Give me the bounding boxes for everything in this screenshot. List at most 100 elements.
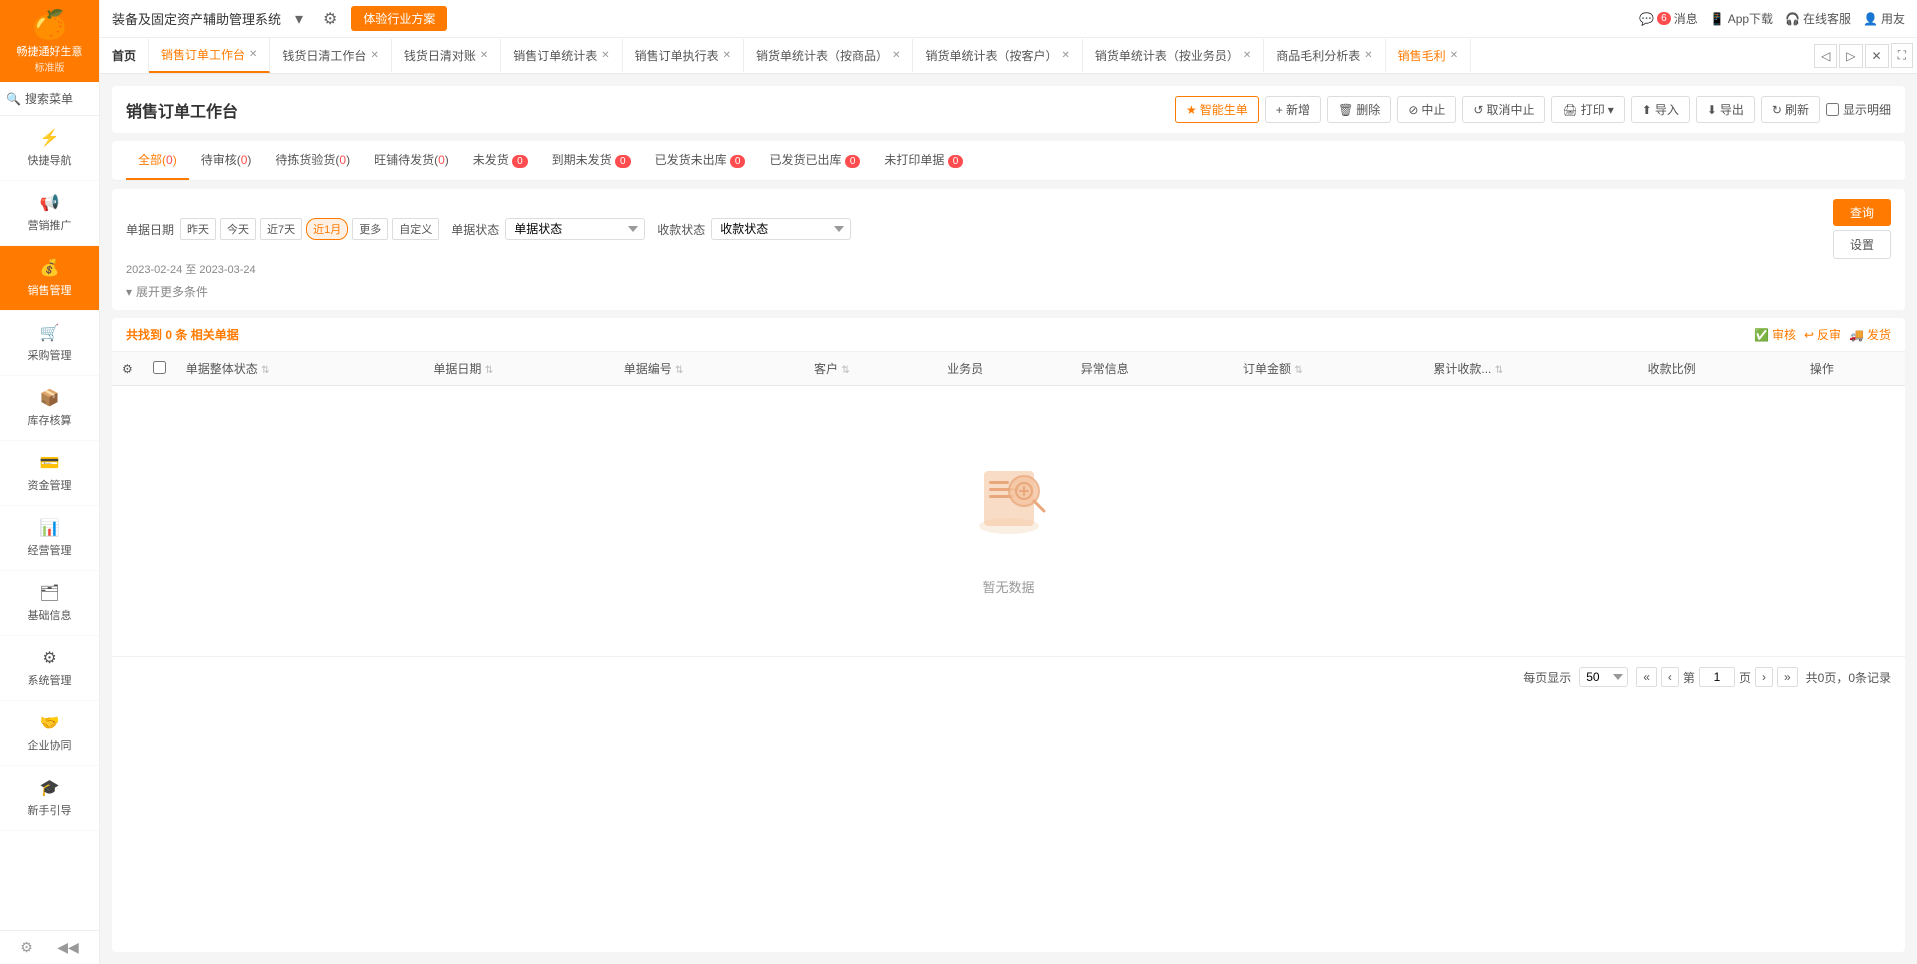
th-customer[interactable]: 客户 ⇅ [804,352,937,386]
th-status[interactable]: 单据整体状态 ⇅ [176,352,424,386]
tabs-next-btn[interactable]: ▷ [1839,44,1862,68]
tab-cash-daily[interactable]: 钱货日清工作台 ✕ [270,39,391,72]
message-item[interactable]: 💬 6 消息 [1639,10,1698,27]
cancel-stop-btn[interactable]: ↺ 取消中止 [1462,96,1545,123]
show-detail-checkbox[interactable]: 显示明细 [1826,101,1891,118]
sidebar-item-inventory[interactable]: 📦 库存核算 [0,376,99,441]
sub-tab-pending-check[interactable]: 待拣货验货(0) [263,141,362,180]
sub-tab-overdue-not-shipped[interactable]: 到期未发货 0 [540,141,643,180]
tabs-prev-btn[interactable]: ◁ [1814,44,1837,68]
tab-sales-summary-staff[interactable]: 销货单统计表（按业务员） ✕ [1083,39,1264,72]
sub-tab-not-printed[interactable]: 未打印单据 0 [872,141,975,180]
sub-tab-pending-review[interactable]: 待审核(0) [189,141,264,180]
industry-btn[interactable]: 体验行业方案 [351,6,447,31]
sidebar-item-marketing[interactable]: 📢 营销推广 [0,181,99,246]
ship-action[interactable]: 🚚 发货 [1849,326,1891,343]
tab-home[interactable]: 首页 [100,39,149,72]
stop-btn[interactable]: ⊘ 中止 [1397,96,1456,123]
tab-close-icon[interactable]: ✕ [249,49,257,60]
last-page-btn[interactable]: » [1777,667,1798,687]
system-title: 装备及固定资产辅助管理系统 [112,9,281,28]
sub-tab-all[interactable]: 全部(0) [126,141,189,180]
system-dropdown-icon[interactable]: ▾ [289,7,309,31]
sidebar-item-system[interactable]: ⚙ 系统管理 [0,636,99,701]
sub-tab-wangpu-ship[interactable]: 旺铺待发货(0) [362,141,461,180]
tab-close-icon[interactable]: ✕ [1450,50,1458,61]
page-content: 销售订单工作台 ★ 智能生单 + 新增 🗑 删除 ⊘ 中止 ↺ 取消中止 [100,74,1917,964]
review-action[interactable]: ✅ 审核 [1754,326,1796,343]
cancel-review-action[interactable]: ↩ 反审 [1804,326,1841,343]
tab-label: 钱货日清工作台 [282,47,366,64]
date-more-btn[interactable]: 更多 [352,218,388,240]
sidebar-logo: 🍊 畅捷通好生意 标准版 [0,0,99,82]
sidebar-item-finance[interactable]: 💳 资金管理 [0,441,99,506]
th-date[interactable]: 单据日期 ⇅ [423,352,613,386]
next-page-btn[interactable]: › [1755,667,1773,687]
sidebar-item-sales[interactable]: 💰 销售管理 [0,246,99,311]
select-all-checkbox[interactable] [153,361,166,374]
status-select[interactable]: 单据状态 [505,218,645,240]
payment-select[interactable]: 收款状态 [711,218,851,240]
sub-tab-shipped-not-out[interactable]: 已发货未出库 0 [643,141,758,180]
query-btn[interactable]: 查询 [1833,199,1891,226]
date-yesterday-btn[interactable]: 昨天 [180,218,216,240]
expand-filter-btn[interactable]: ▾ 展开更多条件 [126,283,1891,300]
date-today-btn[interactable]: 今天 [220,218,256,240]
tab-sales-summary-customer[interactable]: 销货单统计表（按客户） ✕ [913,39,1082,72]
delete-btn[interactable]: 🗑 删除 [1327,96,1391,123]
sidebar-item-basic[interactable]: 🗂 基础信息 [0,571,99,636]
tab-gross-margin[interactable]: 商品毛利分析表 ✕ [1264,39,1385,72]
tabs-fullscreen-btn[interactable]: ⛶ [1891,43,1913,68]
export-btn[interactable]: ⬇ 导出 [1696,96,1755,123]
user-item[interactable]: 👤 用友 [1863,10,1905,27]
sidebar-item-purchase[interactable]: 🛒 采购管理 [0,311,99,376]
sub-tab-shipped-out[interactable]: 已发货已出库 0 [757,141,872,180]
page-input[interactable] [1699,667,1735,687]
sidebar-search[interactable]: 🔍 搜索菜单 [0,82,99,116]
th-number[interactable]: 单据编号 ⇅ [614,352,804,386]
th-collected[interactable]: 累计收款... ⇅ [1423,352,1637,386]
th-amount[interactable]: 订单金额 ⇅ [1233,352,1423,386]
tab-close-icon[interactable]: ✕ [892,50,900,61]
tab-sales-profit[interactable]: 销售毛利 ✕ [1386,39,1471,72]
sidebar-item-guide[interactable]: 🎓 新手引导 [0,766,99,831]
header-left: 装备及固定资产辅助管理系统 ▾ ⚙ 体验行业方案 [112,6,447,31]
settings-icon[interactable]: ⚙ [20,939,33,956]
tab-cash-reconcile[interactable]: 钱货日清对账 ✕ [392,39,501,72]
date-7days-btn[interactable]: 近7天 [260,218,302,240]
table-count: 共找到 0 条 相关单据 [126,326,239,343]
sidebar-item-cooperation[interactable]: 🤝 企业协同 [0,701,99,766]
page-size-select[interactable]: 50 20 100 [1579,667,1628,687]
smart-create-btn[interactable]: ★ 智能生单 [1175,96,1259,123]
print-btn[interactable]: 🖨 打印 ▾ [1551,96,1624,123]
tab-label: 商品毛利分析表 [1276,47,1360,64]
tab-sales-summary-product[interactable]: 销货单统计表（按商品） ✕ [744,39,913,72]
sub-tab-not-shipped[interactable]: 未发货 0 [461,141,540,180]
sidebar-item-operation[interactable]: 📊 经营管理 [0,506,99,571]
tab-close-icon[interactable]: ✕ [601,50,609,61]
tab-close-icon[interactable]: ✕ [370,50,378,61]
set-btn[interactable]: 设置 [1833,230,1891,259]
tab-close-icon[interactable]: ✕ [1061,50,1069,61]
tab-close-icon[interactable]: ✕ [723,50,731,61]
collapse-icon[interactable]: ◀◀ [57,939,79,956]
prev-page-btn[interactable]: ‹ [1661,667,1679,687]
date-1month-btn[interactable]: 近1月 [306,218,348,240]
tab-close-icon[interactable]: ✕ [480,50,488,61]
date-custom-btn[interactable]: 自定义 [392,218,439,240]
first-page-btn[interactable]: « [1636,667,1657,687]
add-btn[interactable]: + 新增 [1265,96,1321,123]
refresh-btn[interactable]: ↻ 刷新 [1761,96,1820,123]
show-detail-input[interactable] [1826,103,1839,116]
service-item[interactable]: 🎧 在线客服 [1785,10,1851,27]
import-btn[interactable]: ⬆ 导入 [1631,96,1690,123]
tab-sales-stats[interactable]: 销售订单统计表 ✕ [501,39,622,72]
tab-close-icon[interactable]: ✕ [1243,50,1251,61]
settings-btn[interactable]: ⚙ [317,7,343,31]
tab-close-icon[interactable]: ✕ [1364,50,1372,61]
sidebar-item-quick-nav[interactable]: ⚡ 快捷导航 [0,116,99,181]
tabs-close-all-btn[interactable]: ✕ [1865,44,1889,68]
app-download-item[interactable]: 📱 App下载 [1710,10,1773,27]
tab-sales-workbench[interactable]: 销售订单工作台 ✕ [149,38,270,73]
tab-sales-exec[interactable]: 销售订单执行表 ✕ [623,39,744,72]
